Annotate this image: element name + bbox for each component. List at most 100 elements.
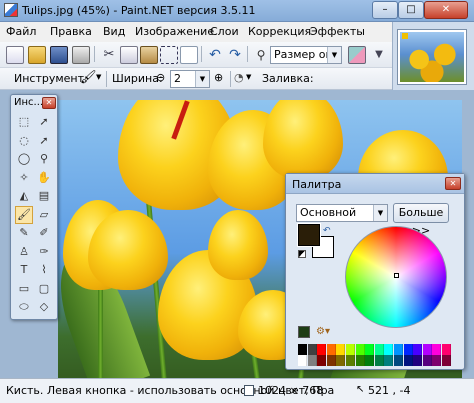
menu-view[interactable]: Вид	[103, 25, 125, 38]
rectangle-icon[interactable]: ▭	[15, 280, 33, 298]
line-curve-icon[interactable]: ⌇	[35, 261, 53, 279]
palette-swatch[interactable]	[394, 344, 403, 355]
brush-width-combo[interactable]: 2 ▼	[170, 70, 210, 88]
palette-swatch[interactable]	[442, 355, 451, 366]
ellipse-icon[interactable]: ⬭	[15, 298, 33, 316]
close-button[interactable]: ✕	[424, 1, 468, 19]
palette-swatch[interactable]	[384, 344, 394, 355]
eraser-icon[interactable]: ▱	[35, 206, 53, 224]
chevron-down-icon[interactable]: ▼	[246, 73, 251, 81]
recolor-icon[interactable]: ✑	[35, 243, 53, 261]
text-icon[interactable]: T	[15, 261, 33, 279]
chevron-down-icon[interactable]: ▼	[96, 73, 101, 81]
cut-icon[interactable]: ✂	[100, 46, 118, 64]
crop-to-selection-icon[interactable]	[160, 46, 178, 64]
antialiasing-icon[interactable]: ◔	[234, 71, 244, 84]
color-picker-icon[interactable]: ✐	[35, 224, 53, 242]
save-icon[interactable]	[50, 46, 68, 64]
palette-swatch[interactable]	[307, 344, 317, 355]
undo-icon[interactable]: ↶	[206, 46, 224, 64]
palette-close-button[interactable]: ✕	[445, 177, 461, 190]
menu-adjustments[interactable]: Коррекция	[248, 25, 311, 38]
zoom-icon[interactable]: ⚲	[252, 46, 270, 64]
rounded-rectangle-icon[interactable]: ▢	[35, 280, 53, 298]
tools-close-button[interactable]: ✕	[42, 97, 56, 109]
palette-swatch[interactable]	[326, 344, 336, 355]
magic-wand-icon[interactable]: ✧	[15, 169, 33, 187]
palette-swatch[interactable]	[403, 344, 413, 355]
menu-file[interactable]: Файл	[6, 25, 36, 38]
open-folder-icon[interactable]	[28, 46, 46, 64]
palette-swatch[interactable]	[432, 355, 442, 366]
palette-swatch[interactable]	[336, 355, 346, 366]
toolbar-dropdown-icon[interactable]: ▼	[370, 46, 388, 64]
maximize-button[interactable]: □	[398, 1, 424, 19]
paintbrush-icon[interactable]: 🖌	[15, 205, 33, 224]
palette-swatch[interactable]	[432, 344, 442, 355]
more-colors-button[interactable]: Больше >>	[393, 203, 449, 237]
redo-icon[interactable]: ↷	[226, 46, 244, 64]
lasso-select-icon[interactable]: ◌	[15, 132, 33, 150]
move-selection-icon[interactable]: ➚	[35, 113, 53, 131]
grid-icon[interactable]	[348, 46, 366, 64]
palette-swatch[interactable]	[374, 344, 384, 355]
palette-menu-icon[interactable]: ⚙▾	[316, 326, 330, 337]
deselect-icon[interactable]	[180, 46, 198, 64]
palette-swatch[interactable]	[442, 344, 451, 355]
palette-swatch[interactable]	[403, 355, 413, 366]
color-wheel-marker[interactable]	[394, 273, 399, 278]
thumbnail-pin-icon	[402, 33, 408, 39]
palette-swatch[interactable]	[326, 355, 336, 366]
minimize-button[interactable]: –	[372, 1, 398, 19]
menu-image[interactable]: Изображение	[135, 25, 214, 38]
pan-icon[interactable]: ✋	[35, 169, 53, 187]
palette-swatch[interactable]	[317, 344, 327, 355]
palette-swatch[interactable]	[394, 355, 403, 366]
new-file-icon[interactable]	[6, 46, 24, 64]
palette-swatch[interactable]	[374, 355, 384, 366]
palette-swatch[interactable]	[346, 355, 355, 366]
palette-swatch[interactable]	[336, 344, 346, 355]
menu-edit[interactable]: Правка	[50, 25, 92, 38]
color-mode-select[interactable]: Основной ▼	[296, 204, 388, 222]
zoom-icon[interactable]: ⚲	[35, 150, 53, 168]
palette-swatch[interactable]	[355, 355, 365, 366]
freeform-shape-icon[interactable]: ◇	[35, 298, 53, 316]
tulips-thumbnail[interactable]	[397, 29, 467, 85]
palette-swatch[interactable]	[384, 355, 394, 366]
rectangle-select-icon[interactable]: ⬚	[15, 113, 33, 131]
clone-stamp-icon[interactable]: ♙	[15, 243, 33, 261]
copy-icon[interactable]	[120, 46, 138, 64]
print-icon[interactable]	[72, 46, 90, 64]
window-title: Tulips.jpg (45%) - Paint.NET версия 3.5.…	[22, 4, 256, 17]
palette-swatch[interactable]	[365, 344, 375, 355]
gradient-icon[interactable]: ▤	[35, 187, 53, 205]
ellipse-select-icon[interactable]: ◯	[15, 150, 33, 168]
paintbrush-icon[interactable]: 🖌	[80, 70, 97, 85]
primary-color-swatch[interactable]	[297, 223, 321, 247]
menu-layers[interactable]: Слои	[210, 25, 239, 38]
pencil-icon[interactable]: ✎	[15, 224, 33, 242]
palette-swatch[interactable]	[317, 355, 327, 366]
palette-swatch[interactable]	[298, 344, 307, 355]
swap-colors-icon[interactable]: ↶	[323, 226, 331, 236]
palette-swatch[interactable]	[422, 355, 432, 366]
increase-width-icon[interactable]: ⊕	[214, 71, 223, 84]
decrease-width-icon[interactable]: ⊖	[156, 71, 165, 84]
color-mode-value: Основной	[300, 206, 357, 219]
palette-swatch[interactable]	[413, 355, 423, 366]
zoom-combo[interactable]: Размер ок ▼	[270, 46, 342, 64]
move-icon[interactable]: ➚	[35, 132, 53, 150]
palette-swatch[interactable]	[413, 344, 423, 355]
palette-swatch[interactable]	[346, 344, 355, 355]
palette-swatch[interactable]	[307, 355, 317, 366]
palette-swatch[interactable]	[365, 355, 375, 366]
color-wheel[interactable]	[345, 226, 447, 328]
palette-swatch[interactable]	[422, 344, 432, 355]
paste-icon[interactable]	[140, 46, 158, 64]
paint-bucket-icon[interactable]: ◭	[15, 187, 33, 205]
palette-swatch[interactable]	[355, 344, 365, 355]
reset-colors-icon[interactable]	[298, 250, 306, 258]
menu-effects[interactable]: Эффекты	[310, 25, 365, 38]
palette-swatch[interactable]	[298, 355, 307, 366]
